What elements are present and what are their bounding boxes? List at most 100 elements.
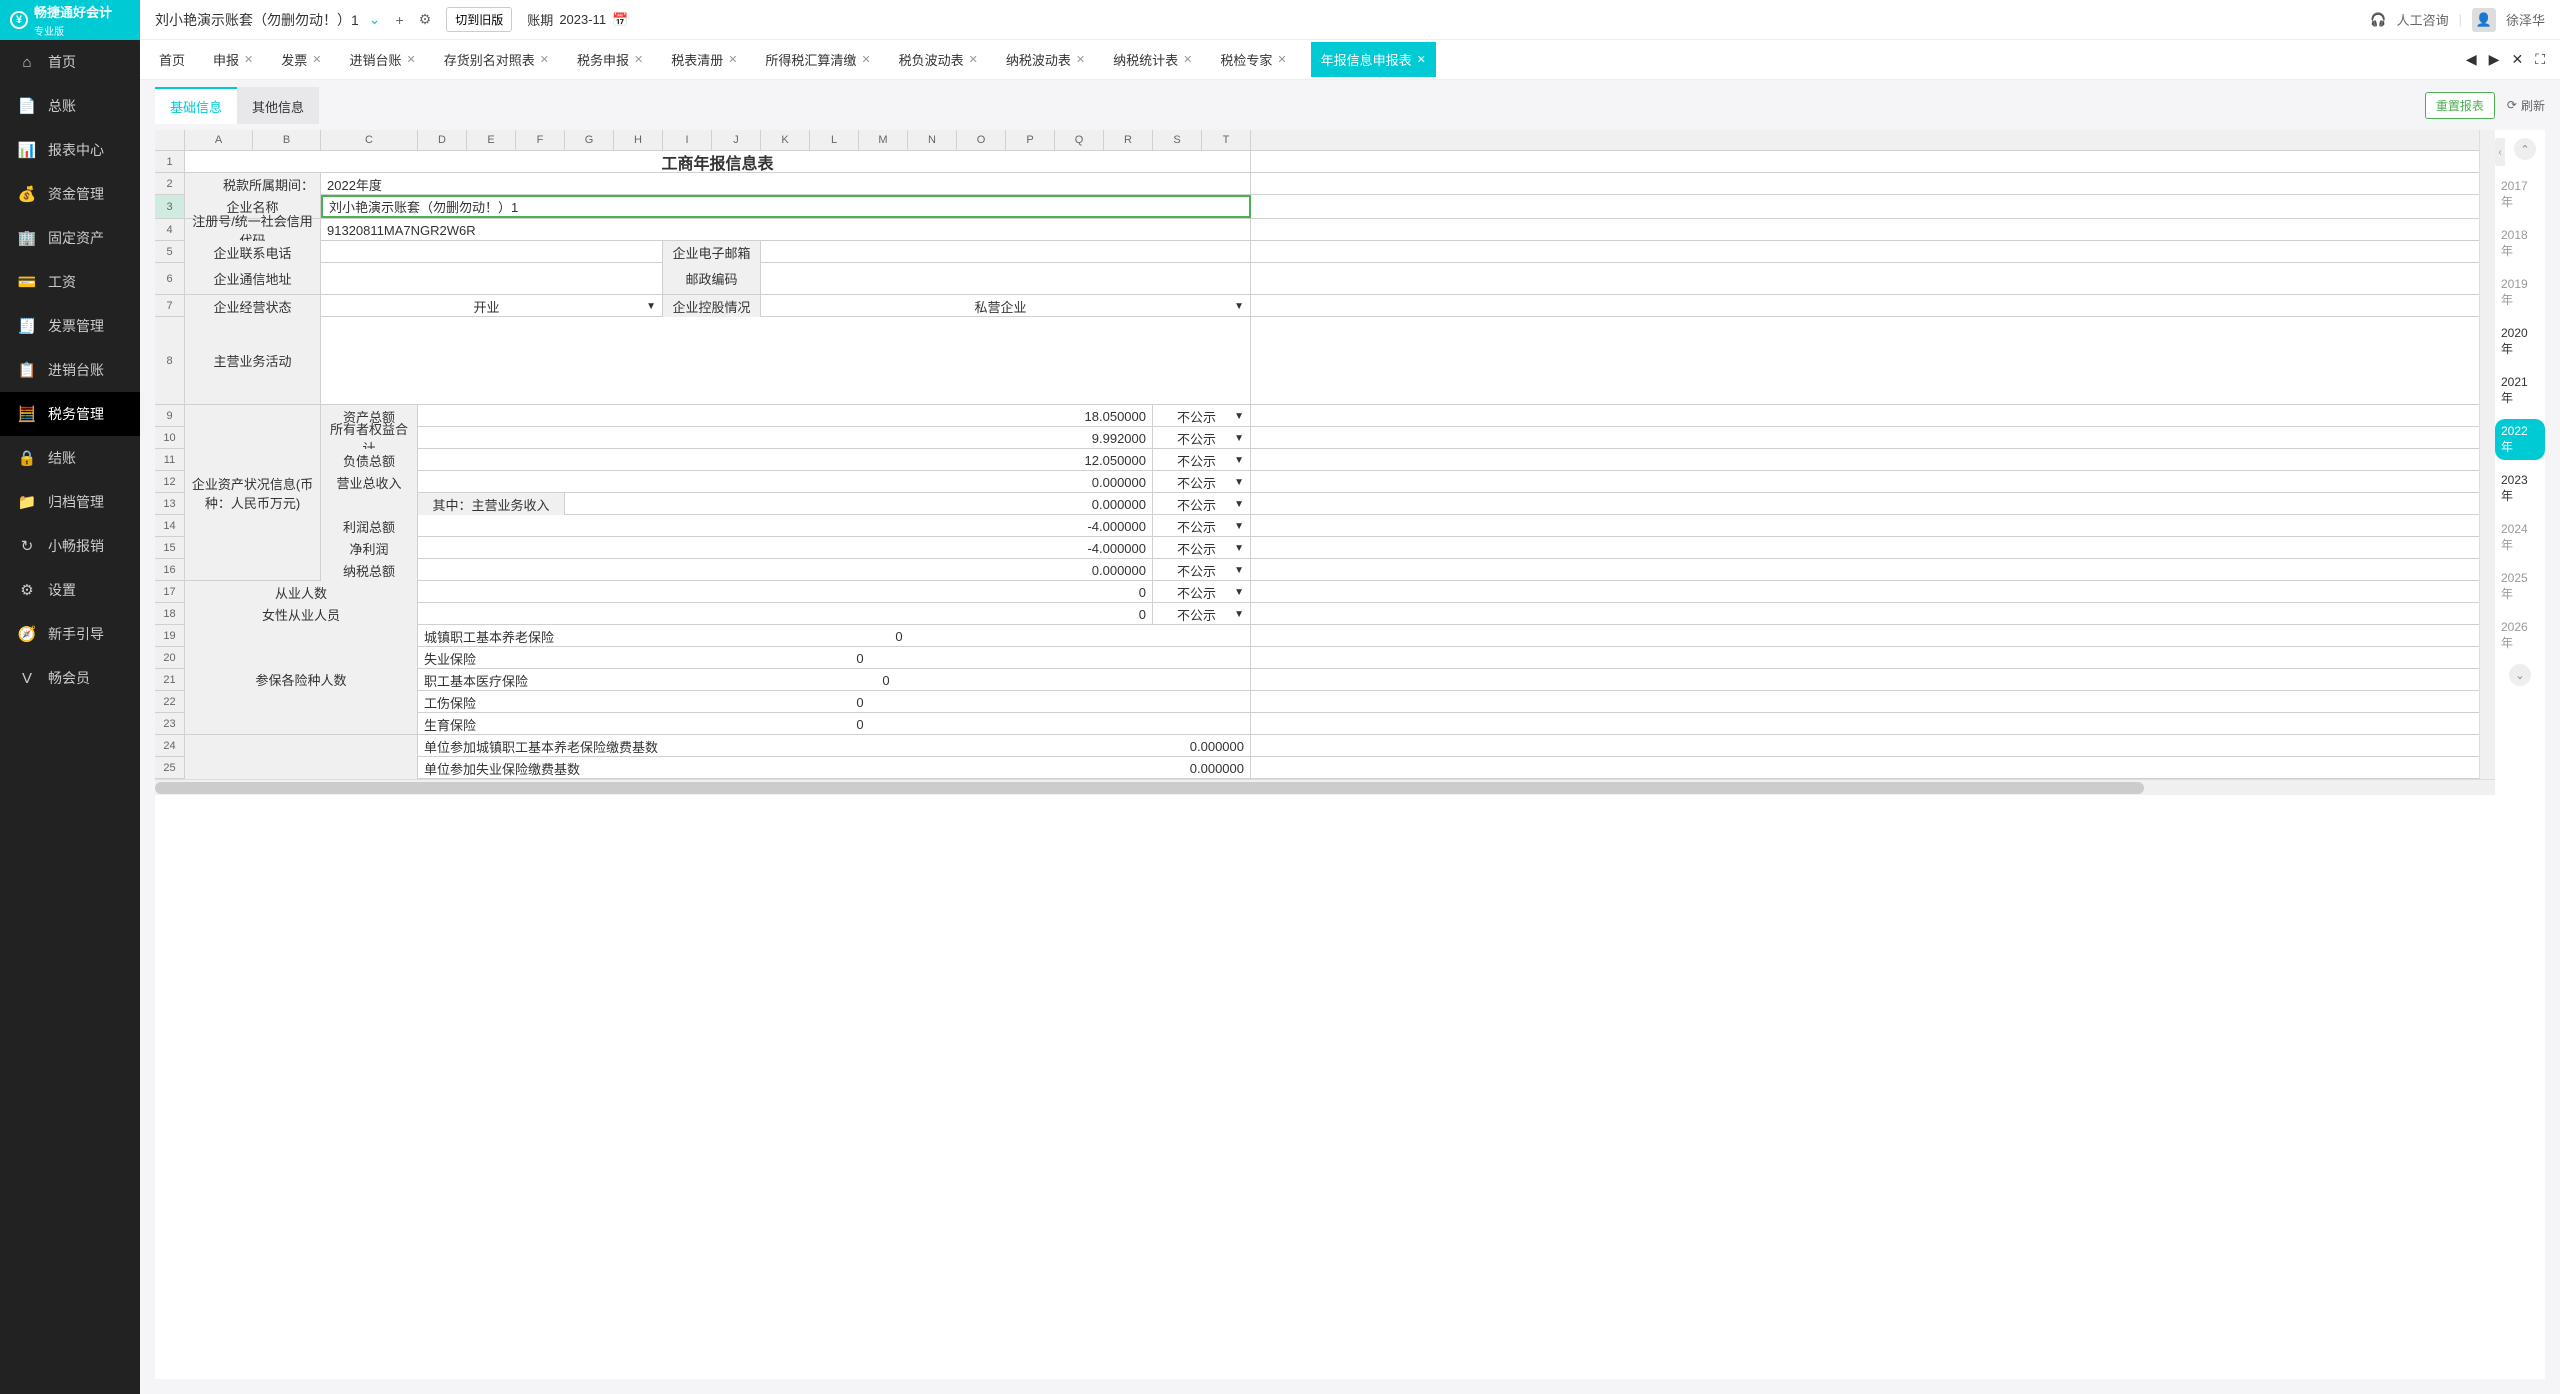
row-header[interactable]: 5 [155, 241, 185, 262]
row-header[interactable]: 23 [155, 713, 185, 735]
sidebar-item-0[interactable]: ⌂首页 [0, 40, 140, 84]
close-icon[interactable]: ✕ [312, 53, 321, 66]
cell-select[interactable]: 开业▼ [321, 295, 663, 317]
row-header[interactable]: 18 [155, 603, 185, 624]
sidebar-item-10[interactable]: 📁归档管理 [0, 480, 140, 524]
tab-5[interactable]: 税务申报✕ [573, 42, 647, 77]
tab-prev-icon[interactable]: ◀ [2466, 51, 2477, 68]
tab-1[interactable]: 申报✕ [209, 42, 257, 77]
tab-next-icon[interactable]: ▶ [2489, 51, 2500, 68]
cell-select[interactable]: 不公示▼ [1153, 603, 1251, 625]
cell-select[interactable]: 不公示▼ [1153, 405, 1251, 427]
tab-8[interactable]: 税负波动表✕ [895, 42, 982, 77]
sidebar-item-14[interactable]: V畅会员 [0, 656, 140, 700]
row-header[interactable]: 7 [155, 295, 185, 316]
cell-select[interactable]: 不公示▼ [1153, 537, 1251, 559]
sidebar-item-3[interactable]: 💰资金管理 [0, 172, 140, 216]
cell-select[interactable]: 不公示▼ [1153, 427, 1251, 449]
cell-select[interactable]: 不公示▼ [1153, 449, 1251, 471]
year-2024年[interactable]: 2024年 [2495, 517, 2545, 558]
sidebar-item-5[interactable]: 💳工资 [0, 260, 140, 304]
base-row[interactable]: 单位参加城镇职工基本养老保险缴费基数0.000000 [418, 735, 1251, 757]
period-value[interactable]: 2023-11 [559, 12, 606, 27]
calendar-icon[interactable]: 📅 [612, 12, 628, 28]
base-row[interactable]: 单位参加失业保险缴费基数0.000000 [418, 757, 1251, 779]
insurance-row[interactable]: 生育保险0 [418, 713, 1251, 735]
close-icon[interactable]: ✕ [540, 53, 549, 66]
cell-value[interactable] [321, 263, 663, 294]
tab-6[interactable]: 税表清册✕ [667, 42, 741, 77]
tab-12[interactable]: 年报信息申报表✕ [1311, 42, 1436, 77]
sidebar-item-6[interactable]: 🧾发票管理 [0, 304, 140, 348]
sidebar-item-1[interactable]: 📄总账 [0, 84, 140, 128]
subtab-basic[interactable]: 基础信息 [155, 87, 237, 124]
close-icon[interactable]: ✕ [407, 53, 416, 66]
row-header[interactable]: 1 [155, 151, 185, 172]
sidebar-item-4[interactable]: 🏢固定资产 [0, 216, 140, 260]
row-header[interactable]: 14 [155, 515, 185, 537]
refresh-button[interactable]: ⟳ 刷新 [2507, 92, 2545, 119]
year-2017年[interactable]: 2017年 [2495, 174, 2545, 215]
cell-value[interactable]: 2022年度 [321, 173, 1251, 195]
fullscreen-icon[interactable]: ⛶ [2535, 51, 2545, 68]
cell-value[interactable]: 刘小艳演示账套（勿删勿动！）1 [321, 195, 1251, 218]
tab-9[interactable]: 纳税波动表✕ [1002, 42, 1089, 77]
sidebar-item-11[interactable]: ↻小畅报销 [0, 524, 140, 568]
row-header[interactable]: 3 [155, 195, 185, 218]
sidebar-item-9[interactable]: 🔒结账 [0, 436, 140, 480]
tab-0[interactable]: 首页 [155, 42, 189, 77]
cell-value[interactable] [321, 317, 1251, 404]
cell-value[interactable]: 12.050000 [418, 449, 1153, 471]
row-header[interactable]: 16 [155, 559, 185, 581]
avatar-icon[interactable]: 👤 [2472, 8, 2496, 32]
year-2025年[interactable]: 2025年 [2495, 566, 2545, 607]
row-header[interactable]: 8 [155, 317, 185, 404]
gear-icon[interactable]: ⚙ [419, 11, 432, 28]
row-header[interactable]: 19 [155, 625, 185, 647]
tab-10[interactable]: 纳税统计表✕ [1109, 42, 1196, 77]
close-icon[interactable]: ✕ [728, 53, 737, 66]
cell-value[interactable] [761, 263, 1251, 294]
close-icon[interactable]: ✕ [969, 53, 978, 66]
year-2019年[interactable]: 2019年 [2495, 272, 2545, 313]
tab-4[interactable]: 存货别名对照表✕ [440, 42, 553, 77]
spreadsheet[interactable]: ABCDEFGHIJKLMNOPQRST1工商年报信息表2税款所属期间：2022… [155, 130, 2495, 1379]
panel-collapse-handle[interactable]: ‹ [2495, 138, 2505, 166]
support-link[interactable]: 人工咨询 [2397, 10, 2449, 29]
row-header[interactable]: 22 [155, 691, 185, 713]
insurance-row[interactable]: 工伤保险0 [418, 691, 1251, 713]
reset-report-button[interactable]: 重置报表 [2425, 92, 2495, 119]
row-header[interactable]: 9 [155, 405, 185, 427]
sidebar-item-7[interactable]: 📋进销台账 [0, 348, 140, 392]
close-icon[interactable]: ✕ [634, 53, 643, 66]
switch-old-button[interactable]: 切到旧版 [446, 7, 512, 32]
close-icon[interactable]: ✕ [244, 53, 253, 66]
year-2018年[interactable]: 2018年 [2495, 223, 2545, 264]
close-icon[interactable]: ✕ [1183, 53, 1192, 66]
cell-value[interactable] [761, 241, 1251, 263]
cell-value[interactable]: 18.050000 [418, 405, 1153, 427]
cell-value[interactable]: -4.000000 [418, 537, 1153, 559]
year-up-icon[interactable]: ⌃ [2514, 138, 2536, 160]
row-header[interactable]: 13 [155, 493, 185, 515]
year-2021年[interactable]: 2021年 [2495, 370, 2545, 411]
tab-7[interactable]: 所得税汇算清缴✕ [761, 42, 874, 77]
insurance-row[interactable]: 职工基本医疗保险0 [418, 669, 1251, 691]
sidebar-item-12[interactable]: ⚙设置 [0, 568, 140, 612]
sidebar-item-13[interactable]: 🧭新手引导 [0, 612, 140, 656]
account-selector[interactable]: 刘小艳演示账套（勿删勿动！）1 ⌄ [155, 10, 381, 30]
row-header[interactable]: 20 [155, 647, 185, 669]
cell-value[interactable]: 0.000000 [418, 471, 1153, 493]
row-header[interactable]: 6 [155, 263, 185, 294]
cell-select[interactable]: 不公示▼ [1153, 471, 1251, 493]
cell-value[interactable]: 0.000000 [418, 559, 1153, 581]
year-2026年[interactable]: 2026年 [2495, 615, 2545, 656]
add-icon[interactable]: + [396, 12, 404, 28]
insurance-row[interactable]: 失业保险0 [418, 647, 1251, 669]
cell-value[interactable]: -4.000000 [418, 515, 1153, 537]
close-icon[interactable]: ✕ [861, 53, 870, 66]
horizontal-scrollbar[interactable] [155, 779, 2495, 795]
tab-11[interactable]: 税检专家✕ [1216, 42, 1290, 77]
vertical-scrollbar[interactable] [2479, 130, 2495, 779]
row-header[interactable]: 11 [155, 449, 185, 471]
